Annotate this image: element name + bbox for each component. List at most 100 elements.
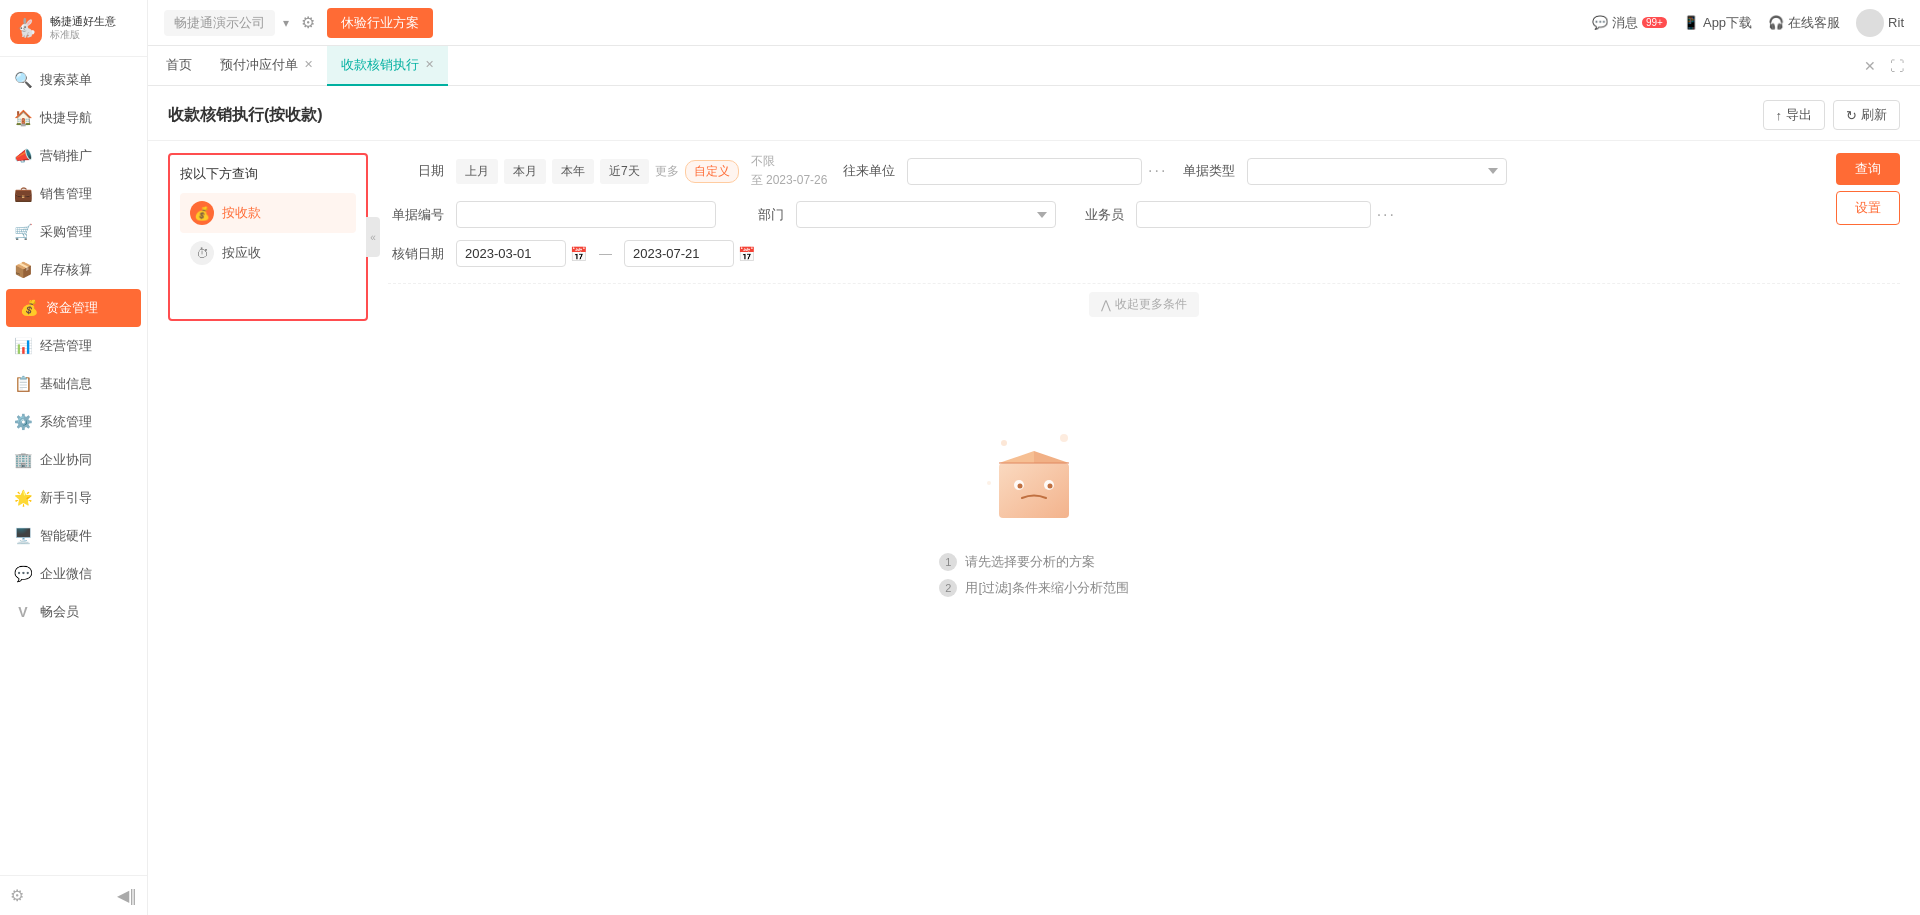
main-area: 畅捷通演示公司 ▾ ⚙ 休验行业方案 💬 消息 99+ 📱 App下载 🎧 在线… <box>148 0 1920 915</box>
verify-date-to-input[interactable] <box>624 240 734 267</box>
tab-receivable[interactable]: 收款核销执行 ✕ <box>327 46 448 86</box>
page-actions: ↑ 导出 ↻ 刷新 <box>1763 100 1901 130</box>
svg-point-9 <box>1060 434 1068 442</box>
svg-point-7 <box>1048 484 1053 489</box>
dept-select[interactable] <box>796 201 1056 228</box>
receipt-option-label: 按收款 <box>222 204 261 222</box>
date-custom-badge[interactable]: 自定义 <box>685 160 739 183</box>
date-btn-this-year[interactable]: 本年 <box>552 159 594 184</box>
svg-marker-2 <box>1034 451 1069 463</box>
date-btn-this-month[interactable]: 本月 <box>504 159 546 184</box>
doc-type-label: 单据类型 <box>1179 162 1235 180</box>
sidebar-item-purchase[interactable]: 🛒 采购管理 <box>0 213 147 251</box>
sidebar-item-corp[interactable]: 🏢 企业协同 <box>0 441 147 479</box>
sidebar-item-basic[interactable]: 📋 基础信息 <box>0 365 147 403</box>
filter-settings-btn[interactable]: 设置 <box>1836 191 1900 225</box>
tab-home[interactable]: 首页 <box>152 46 206 86</box>
date-label: 日期 <box>388 162 444 180</box>
doc-no-input[interactable] <box>456 201 716 228</box>
tab-prepayment-label: 预付冲应付单 <box>220 56 298 74</box>
company-name[interactable]: 畅捷通演示公司 <box>164 10 275 36</box>
tabbar-actions: ✕ ⛶ <box>1860 54 1916 78</box>
collapse-chevron-icon: ⋀ <box>1101 298 1111 312</box>
sidebar-item-guide[interactable]: 🌟 新手引导 <box>0 479 147 517</box>
verify-date-separator: — <box>599 246 612 261</box>
tab-receivable-label: 收款核销执行 <box>341 56 419 74</box>
tabbar: 首页 预付冲应付单 ✕ 收款核销执行 ✕ ✕ ⛶ <box>148 46 1920 86</box>
counterpart-input[interactable] <box>907 158 1142 185</box>
sidebar-item-wechat[interactable]: 💬 企业微信 <box>0 555 147 593</box>
date-limit-group: 不限 至 2023-07-26 <box>751 153 828 189</box>
company-dropdown-icon[interactable]: ▾ <box>283 16 289 30</box>
date-btn-last-month[interactable]: 上月 <box>456 159 498 184</box>
receivable-option-label: 按应收 <box>222 244 261 262</box>
guide-icon: 🌟 <box>14 489 32 507</box>
sidebar-label-purchase: 采购管理 <box>40 223 92 241</box>
settings-icon[interactable]: ⚙ <box>10 886 24 905</box>
search-icon: 🔍 <box>14 71 32 89</box>
counterpart-dots-icon[interactable]: ··· <box>1148 162 1167 180</box>
corp-icon: 🏢 <box>14 451 32 469</box>
verify-date-from-input[interactable] <box>456 240 566 267</box>
support-action[interactable]: 🎧 在线客服 <box>1768 14 1840 32</box>
refresh-icon: ↻ <box>1846 108 1857 123</box>
collapse-more-btn[interactable]: ⋀ 收起更多条件 <box>1089 292 1199 317</box>
sidebar-item-hardware[interactable]: 🖥️ 智能硬件 <box>0 517 147 555</box>
doc-no-input-group <box>456 201 716 228</box>
sidebar-label-sales: 销售管理 <box>40 185 92 203</box>
export-btn[interactable]: ↑ 导出 <box>1763 100 1826 130</box>
svg-rect-0 <box>999 463 1069 518</box>
svg-point-8 <box>1001 440 1007 446</box>
date-btn-more[interactable]: 更多 <box>655 163 679 180</box>
sidebar-item-finance[interactable]: 💰 资金管理 <box>6 289 141 327</box>
sidebar-item-search[interactable]: 🔍 搜索菜单 <box>0 61 147 99</box>
query-btn[interactable]: 查询 <box>1836 153 1900 185</box>
verify-date-to-group: 📅 <box>624 240 755 267</box>
staff-input[interactable] <box>1136 201 1371 228</box>
sidebar-item-quicknav[interactable]: 🏠 快捷导航 <box>0 99 147 137</box>
tab-prepayment[interactable]: 预付冲应付单 ✕ <box>206 46 327 86</box>
app-action[interactable]: 📱 App下载 <box>1683 14 1752 32</box>
tab-prepayment-close-icon[interactable]: ✕ <box>304 58 313 71</box>
collapse-more-area: ⋀ 收起更多条件 <box>388 283 1900 321</box>
tab-close-all-icon[interactable]: ✕ <box>1860 54 1880 78</box>
topbar-gear-icon[interactable]: ⚙ <box>297 9 319 36</box>
export-icon: ↑ <box>1776 108 1783 123</box>
refresh-btn[interactable]: ↻ 刷新 <box>1833 100 1900 130</box>
verify-date-from-group: 📅 <box>456 240 587 267</box>
verify-date-to-cal-icon[interactable]: 📅 <box>738 246 755 262</box>
tip-text-1: 请先选择要分析的方案 <box>965 553 1095 571</box>
sidebar-item-sales[interactable]: 💼 销售管理 <box>0 175 147 213</box>
date-btn-7days[interactable]: 近7天 <box>600 159 649 184</box>
tab-expand-icon[interactable]: ⛶ <box>1886 54 1908 78</box>
verify-date-from-cal-icon[interactable]: 📅 <box>570 246 587 262</box>
management-icon: 📊 <box>14 337 32 355</box>
sidebar-item-member[interactable]: V 畅会员 <box>0 593 147 631</box>
sidebar-label-basic: 基础信息 <box>40 375 92 393</box>
tab-receivable-close-icon[interactable]: ✕ <box>425 58 434 71</box>
sidebar-item-marketing[interactable]: 📣 营销推广 <box>0 137 147 175</box>
sidebar-collapse-btn[interactable]: ◀‖ <box>117 886 137 905</box>
empty-tip-2: 2 用[过滤]条件来缩小分析范围 <box>939 579 1128 597</box>
sidebar-item-management[interactable]: 📊 经营管理 <box>0 327 147 365</box>
filter-option-receivable[interactable]: ⏱ 按应收 <box>180 233 356 273</box>
messages-action[interactable]: 💬 消息 99+ <box>1592 14 1667 32</box>
sidebar-label-inventory: 库存核算 <box>40 261 92 279</box>
hardware-icon: 🖥️ <box>14 527 32 545</box>
user-action[interactable]: Rit <box>1856 9 1904 37</box>
logo-text-group: 畅捷通好生意 标准版 <box>50 14 116 42</box>
filter-layout: 按以下方查询 💰 按收款 ⏱ 按应收 « <box>168 153 1900 321</box>
sidebar-item-system[interactable]: ⚙️ 系统管理 <box>0 403 147 441</box>
doc-type-select[interactable] <box>1247 158 1507 185</box>
staff-dots-icon[interactable]: ··· <box>1377 206 1396 224</box>
sidebar-label-guide: 新手引导 <box>40 489 92 507</box>
filter-left-title: 按以下方查询 <box>180 165 356 183</box>
sidebar-item-inventory[interactable]: 📦 库存核算 <box>0 251 147 289</box>
left-panel-collapse-arrow[interactable]: « <box>366 217 380 257</box>
industry-btn[interactable]: 休验行业方案 <box>327 8 433 38</box>
marketing-icon: 📣 <box>14 147 32 165</box>
filter-option-receipt[interactable]: 💰 按收款 <box>180 193 356 233</box>
topbar-left: 畅捷通演示公司 ▾ ⚙ 休验行业方案 <box>164 8 433 38</box>
empty-state: 1 请先选择要分析的方案 2 用[过滤]条件来缩小分析范围 <box>148 333 1920 677</box>
sidebar-label-search: 搜索菜单 <box>40 71 92 89</box>
